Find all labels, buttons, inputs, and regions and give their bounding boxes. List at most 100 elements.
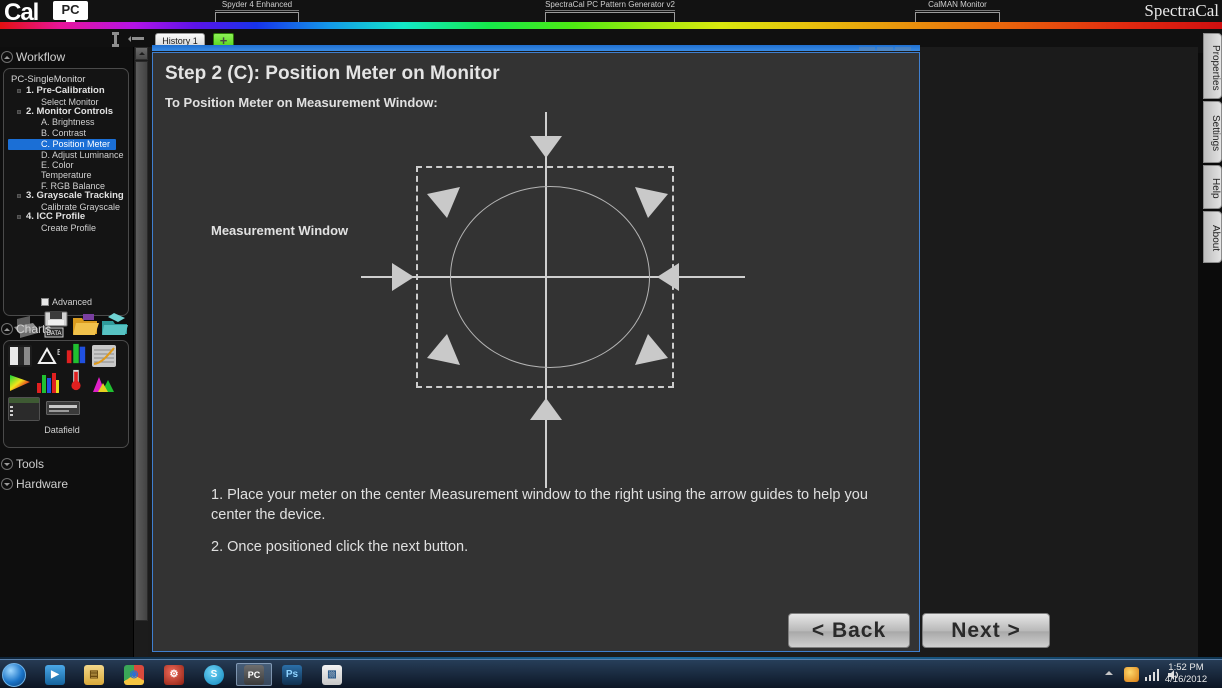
- right-tab-strip: Properties Settings Help About: [1203, 33, 1222, 293]
- workflow-item-pre-calibration[interactable]: 1. Pre-Calibration: [8, 85, 124, 97]
- chevron-up-icon: [1, 323, 13, 335]
- workflow-item-adjust-luminance[interactable]: D. Adjust Luminance: [8, 150, 124, 160]
- show-hidden-icons-icon[interactable]: [1105, 671, 1113, 675]
- section-header-workflow[interactable]: Workflow: [0, 47, 133, 67]
- rainbow-divider: [0, 22, 1222, 29]
- section-header-hardware[interactable]: Hardware: [0, 474, 133, 494]
- advanced-checkbox[interactable]: [41, 298, 49, 306]
- back-button[interactable]: < Back: [788, 613, 910, 648]
- datafield-table-icon[interactable]: [8, 397, 40, 421]
- taskbar-item-calman[interactable]: ⚙: [156, 663, 192, 686]
- lock-icon[interactable]: [111, 32, 120, 48]
- clock-date: 4/16/2012: [1164, 674, 1208, 685]
- workflow-item-contrast[interactable]: B. Contrast: [8, 128, 124, 138]
- tab-settings[interactable]: Settings: [1203, 101, 1222, 163]
- meter-field-spyder[interactable]: Spyder 4 Enhanced: [215, 0, 299, 23]
- back-arrow-icon[interactable]: [128, 36, 144, 44]
- workflow-item-label: 3. Grayscale Tracking: [26, 190, 124, 202]
- grayscale-patch-icon[interactable]: [8, 345, 32, 367]
- workflow-item-brightness[interactable]: A. Brightness: [8, 117, 124, 127]
- section-header-tools[interactable]: Tools: [0, 454, 133, 474]
- gamut-triangle-icon[interactable]: [8, 371, 32, 393]
- datafield-bar-icon[interactable]: [46, 401, 80, 415]
- saturation-sweep-icon[interactable]: [92, 371, 116, 393]
- instruction-2: 2. Once positioned click the next button…: [211, 539, 469, 555]
- expander-icon: [17, 109, 21, 114]
- section-label-tools: Tools: [16, 457, 45, 471]
- next-button[interactable]: Next >: [922, 613, 1050, 648]
- chrome-icon: ◉: [124, 664, 144, 685]
- rgb-balance-bars-icon[interactable]: [36, 371, 60, 393]
- rgb-levels-icon[interactable]: [64, 343, 88, 365]
- taskbar-item-calpc[interactable]: PC: [236, 663, 272, 686]
- instructions-block: 1. Place your meter on the center Measur…: [211, 485, 911, 569]
- expander-icon: [17, 215, 21, 220]
- measurement-window-diagram: [353, 108, 753, 488]
- file-explorer-icon: ▤: [84, 664, 104, 685]
- workflow-item-color-temperature[interactable]: E. Color Temperature: [8, 160, 124, 181]
- inner-window-titlebar: [152, 42, 920, 55]
- tab-properties[interactable]: Properties: [1203, 33, 1222, 99]
- scroll-up-button[interactable]: [135, 47, 148, 60]
- meter-field-calman-monitor[interactable]: CalMAN Monitor: [915, 0, 1000, 23]
- expander-icon: [17, 194, 21, 199]
- meter-label-spyder: Spyder 4 Enhanced: [215, 0, 299, 11]
- arrow-left-icon: [657, 263, 679, 291]
- meter-circle-target: [450, 186, 650, 368]
- content-area: Step 2 (C): Position Meter on Monitor To…: [148, 42, 1198, 657]
- chevron-up-icon: [1, 51, 13, 63]
- instruction-1: 1. Place your meter on the center Measur…: [211, 487, 868, 523]
- charts-panel: E Datafield: [3, 340, 129, 448]
- advanced-label: Advanced: [52, 297, 93, 307]
- svg-text:E: E: [57, 348, 60, 357]
- step-panel: Step 2 (C): Position Meter on Monitor To…: [151, 51, 1050, 653]
- gamma-curve-icon[interactable]: [92, 345, 116, 367]
- workflow-item-label: 2. Monitor Controls: [26, 105, 114, 117]
- tab-about[interactable]: About: [1203, 211, 1222, 263]
- workflow-item-icc-profile[interactable]: 4. ICC Profile: [8, 211, 124, 223]
- meter-field-pattern-generator[interactable]: SpectraCal PC Pattern Generator v2: [545, 0, 675, 23]
- arrow-down-icon: [530, 136, 562, 158]
- taskbar-item-media-player[interactable]: ▶: [37, 663, 73, 686]
- clock[interactable]: 1:52 PM 4/16/2012: [1157, 662, 1215, 686]
- workflow-root-label: PC-SingleMonitor: [11, 74, 86, 85]
- pdf-icon: ▧: [322, 664, 342, 685]
- scrollbar-thumb[interactable]: [135, 61, 148, 621]
- chevron-down-icon: [1, 458, 13, 470]
- workflow-item-monitor-controls[interactable]: 2. Monitor Controls: [8, 105, 124, 118]
- tab-help[interactable]: Help: [1203, 165, 1222, 209]
- taskbar-item-google-chrome[interactable]: ◉: [116, 663, 152, 686]
- page-title: Step 2 (C): Position Meter on Monitor: [165, 63, 500, 84]
- section-label-charts: Charts: [16, 322, 52, 336]
- antivirus-icon[interactable]: [1124, 667, 1139, 682]
- meter-label-calman-monitor: CalMAN Monitor: [915, 0, 1000, 11]
- measurement-window-label: Measurement Window: [211, 223, 349, 238]
- workflow-item-create-profile[interactable]: Create Profile: [8, 223, 124, 233]
- section-label-hardware: Hardware: [16, 477, 69, 491]
- taskbar-item-skype[interactable]: S: [196, 663, 232, 686]
- brand-spectracal: SpectraCal: [1144, 1, 1219, 20]
- workflow-item-label: 1. Pre-Calibration: [26, 85, 105, 96]
- section-label-workflow: Workflow: [16, 50, 66, 64]
- workflow-item-position-meter[interactable]: C. Position Meter: [8, 139, 117, 150]
- taskbar-item-file-explorer[interactable]: ▤: [76, 663, 112, 686]
- arrow-up-icon: [530, 398, 562, 420]
- app-title-bar: Cal PC Spyder 4 Enhanced SpectraCal PC P…: [0, 0, 1222, 26]
- taskbar-item-photoshop[interactable]: Ps: [274, 663, 310, 686]
- meter-label-pattern-generator: SpectraCal PC Pattern Generator v2: [545, 0, 675, 11]
- workflow-item-label: 4. ICC Profile: [26, 211, 86, 223]
- sidebar-scrollbar[interactable]: [133, 47, 148, 657]
- expander-icon: [17, 89, 21, 93]
- window-controls[interactable]: [857, 42, 917, 55]
- delta-e-icon[interactable]: E: [36, 345, 60, 367]
- advanced-checkbox-row[interactable]: Advanced: [41, 297, 92, 307]
- left-sidebar: Workflow PC-SingleMonitor 1. Pre-Calibra…: [0, 47, 133, 657]
- section-header-charts[interactable]: Charts: [0, 319, 133, 339]
- photoshop-icon: Ps: [282, 664, 302, 685]
- app-logo-pc: PC: [53, 1, 88, 20]
- workflow-item-grayscale-tracking[interactable]: 3. Grayscale Tracking: [8, 191, 124, 202]
- luminance-meter-icon[interactable]: [64, 369, 88, 391]
- calman-icon: ⚙: [164, 664, 184, 685]
- start-button[interactable]: [2, 663, 26, 687]
- taskbar-item-pdf-document[interactable]: ▧: [314, 663, 350, 686]
